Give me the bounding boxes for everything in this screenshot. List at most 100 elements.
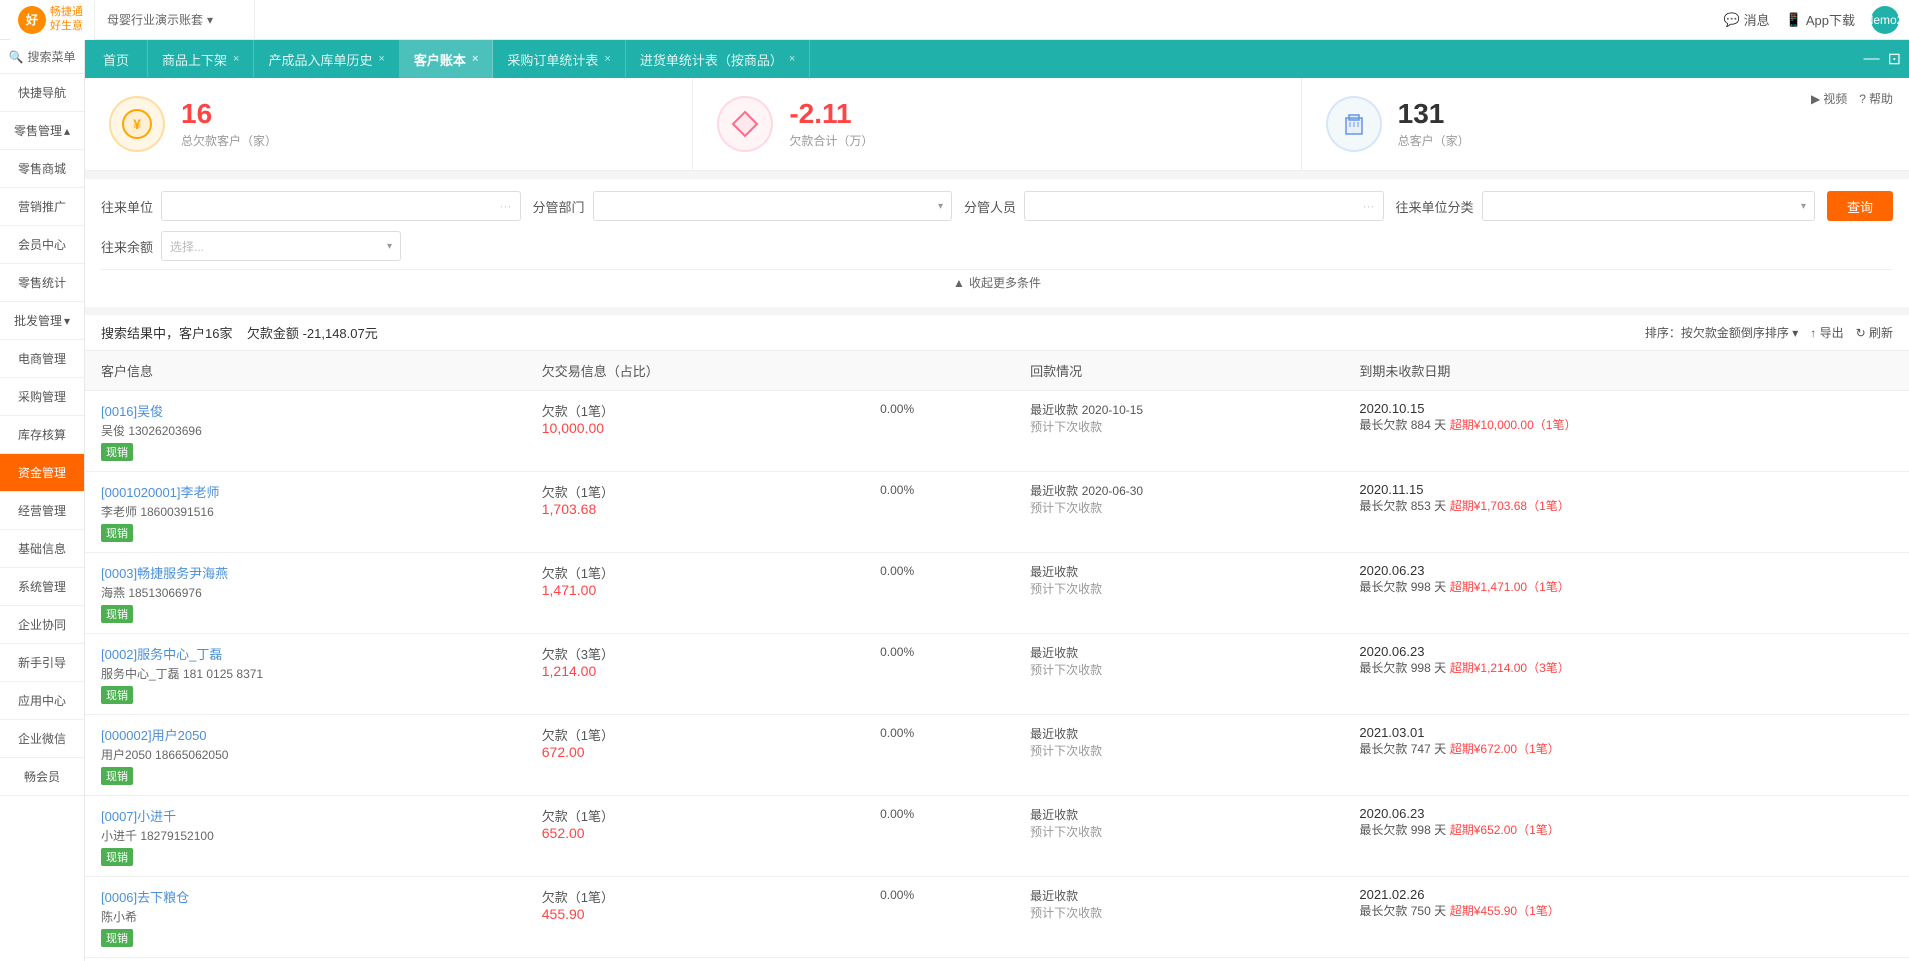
debt-count: 欠款（3笔） [542, 644, 848, 663]
customer-id-link[interactable]: [0007]小进千 [101, 806, 510, 825]
video-btn[interactable]: ▶ 视频 [1811, 90, 1847, 107]
sidebar-item-app-center[interactable]: 应用中心 [0, 682, 84, 720]
sort-label: 排序：按欠款金额倒序排序 [1645, 326, 1789, 340]
stat-label-debtors: 总欠款客户（家） [181, 132, 277, 149]
filter-select-category[interactable]: ▾ [1482, 191, 1815, 221]
page-content: ¥ 16 总欠款客户（家） [85, 78, 1909, 961]
query-button[interactable]: 查询 [1827, 191, 1893, 221]
sidebar-item-retail-stats[interactable]: 零售统计 [0, 264, 84, 302]
collapse-more-btn[interactable]: ▲ 收起更多条件 [101, 269, 1893, 295]
dots-icon: ··· [500, 199, 512, 213]
sidebar-item-wechat[interactable]: 企业微信 [0, 720, 84, 758]
debt-amount[interactable]: 1,471.00 [542, 582, 848, 598]
debt-amount[interactable]: 455.90 [542, 906, 848, 922]
customer-id-link[interactable]: [0001020001]李老师 [101, 482, 510, 501]
table-row: [0007]小进千 小进千 18279152100 现销 欠款（1笔） 652.… [85, 796, 1909, 877]
amount-value: -21,148.07元 [303, 326, 378, 341]
sidebar-item-vip-member[interactable]: 畅会员 [0, 758, 84, 796]
customer-id-link[interactable]: [0016]吴俊 [101, 401, 510, 420]
sort-select[interactable]: 排序：按欠款金额倒序排序 ▾ [1645, 324, 1798, 341]
recent-label: 最近收款 [1030, 484, 1078, 498]
overdue-link[interactable]: 超期¥652.00（1笔） [1450, 823, 1560, 837]
overdue-link[interactable]: 超期¥455.90（1笔） [1450, 904, 1560, 918]
debt-percent: 0.00% [880, 402, 914, 416]
sort-chevron-icon: ▾ [1792, 326, 1798, 340]
debt-count: 欠款（1笔） [542, 401, 848, 420]
chevron-down-icon: ▾ [387, 241, 392, 252]
sidebar-item-system[interactable]: 系统管理 [0, 568, 84, 606]
filter-input-person[interactable]: ··· [1024, 191, 1383, 221]
sidebar-item-quick-nav[interactable]: 快捷导航 [0, 74, 84, 112]
tab-purchase-stats[interactable]: 采购订单统计表 × [493, 40, 625, 78]
tab-close-icon[interactable]: × [378, 53, 384, 65]
overdue-link[interactable]: 超期¥10,000.00（1笔） [1450, 418, 1577, 432]
debt-percent-cell: 0.00% [864, 634, 1014, 715]
filter-input-unit[interactable]: ··· [161, 191, 520, 221]
sidebar-item-enterprise[interactable]: 企业协同 [0, 606, 84, 644]
sidebar-item-finance[interactable]: 资金管理 [0, 454, 84, 492]
app-download-btn[interactable]: 📱 App下载 [1786, 10, 1855, 29]
tab-purchase-product-stats[interactable]: 进货单统计表（按商品） × [626, 40, 810, 78]
sidebar-item-basic-info[interactable]: 基础信息 [0, 530, 84, 568]
tab-close-icon[interactable]: × [604, 53, 610, 65]
tab-close-icon[interactable]: × [233, 53, 239, 65]
user-area[interactable]: demo2 [1871, 6, 1899, 34]
next-collect: 预计下次收款 [1030, 823, 1327, 840]
next-collect: 预计下次收款 [1030, 499, 1327, 516]
stat-icon-diamond [717, 96, 773, 152]
tab-home[interactable]: 首页 [85, 40, 148, 78]
customer-phone: 小进千 18279152100 [101, 827, 510, 844]
sidebar-search[interactable]: 🔍 搜索菜单 [0, 40, 84, 74]
debt-amount[interactable]: 10,000.00 [542, 420, 848, 436]
tab-close-icon[interactable]: × [472, 53, 478, 65]
tab-close-icon[interactable]: × [789, 53, 795, 65]
customer-phone: 用户2050 18665062050 [101, 746, 510, 763]
overdue-link[interactable]: 超期¥1,703.68（1笔） [1450, 499, 1570, 513]
sidebar-item-marketing[interactable]: 营销推广 [0, 188, 84, 226]
message-btn[interactable]: 💬 消息 [1723, 10, 1769, 29]
debt-count: 欠款（1笔） [542, 806, 848, 825]
debt-amount[interactable]: 652.00 [542, 825, 848, 841]
sidebar-item-retail-mall[interactable]: 零售商城 [0, 150, 84, 188]
export-btn[interactable]: ↑ 导出 [1810, 324, 1843, 341]
stat-card-total-customers: 131 总客户（家） ▶ 视频 ? 帮助 [1302, 78, 1909, 170]
tabs-expand-icon[interactable]: ⊡ [1888, 49, 1901, 69]
sidebar-item-retail-mgmt[interactable]: 零售管理 ▴ [0, 112, 84, 150]
refresh-btn[interactable]: ↻ 刷新 [1856, 324, 1893, 341]
collection-cell: 最近收款 2020-10-15 预计下次收款 [1014, 391, 1343, 472]
tab-product-listing[interactable]: 商品上下架 × [148, 40, 254, 78]
debt-percent-cell: 0.00% [864, 391, 1014, 472]
overdue-info-row: 最长欠款 750 天 超期¥455.90（1笔） [1359, 902, 1893, 919]
sidebar-item-operations[interactable]: 经营管理 [0, 492, 84, 530]
sidebar-item-inventory[interactable]: 库存核算 [0, 416, 84, 454]
debt-amount[interactable]: 1,214.00 [542, 663, 848, 679]
debt-amount[interactable]: 672.00 [542, 744, 848, 760]
overdue-link[interactable]: 超期¥672.00（1笔） [1450, 742, 1560, 756]
sidebar-label: 基础信息 [18, 542, 66, 556]
filter-select-balance[interactable]: 选择... ▾ [161, 231, 401, 261]
filter-label-category: 往来单位分类 [1396, 197, 1474, 216]
tabs-minimize-icon[interactable]: — [1864, 50, 1880, 68]
overdue-link[interactable]: 超期¥1,214.00（3笔） [1450, 661, 1570, 675]
help-btn[interactable]: ? 帮助 [1859, 90, 1893, 107]
stat-card-actions: ▶ 视频 ? 帮助 [1811, 90, 1893, 107]
sidebar-item-purchase[interactable]: 采购管理 [0, 378, 84, 416]
filter-select-dept[interactable]: ▾ [593, 191, 952, 221]
customer-id-link[interactable]: [0003]畅捷服务尹海燕 [101, 563, 510, 582]
sidebar-item-wholesale[interactable]: 批发管理 ▾ [0, 302, 84, 340]
sidebar-item-ecommerce[interactable]: 电商管理 [0, 340, 84, 378]
overdue-days: 最长欠款 998 天 [1359, 823, 1446, 837]
sidebar-item-newbie[interactable]: 新手引导 [0, 644, 84, 682]
debt-amount[interactable]: 1,703.68 [542, 501, 848, 517]
overdue-link[interactable]: 超期¥1,471.00（1笔） [1450, 580, 1570, 594]
overdue-info-row: 最长欠款 998 天 超期¥652.00（1笔） [1359, 821, 1893, 838]
sidebar-item-member[interactable]: 会员中心 [0, 226, 84, 264]
tab-customer-ledger[interactable]: 客户账本 × [400, 40, 493, 78]
debt-percent-cell: 0.00% [864, 796, 1014, 877]
customer-id-link[interactable]: [000002]用户2050 [101, 725, 510, 744]
customer-cell: [0007]小进千 小进千 18279152100 现销 [85, 796, 526, 877]
customer-id-link[interactable]: [0006]去下粮仓 [101, 887, 510, 906]
company-selector[interactable]: 母婴行业演示账套 ▾ [95, 0, 255, 40]
tab-production-history[interactable]: 产成品入库单历史 × [254, 40, 399, 78]
customer-id-link[interactable]: [0002]服务中心_丁磊 [101, 644, 510, 663]
